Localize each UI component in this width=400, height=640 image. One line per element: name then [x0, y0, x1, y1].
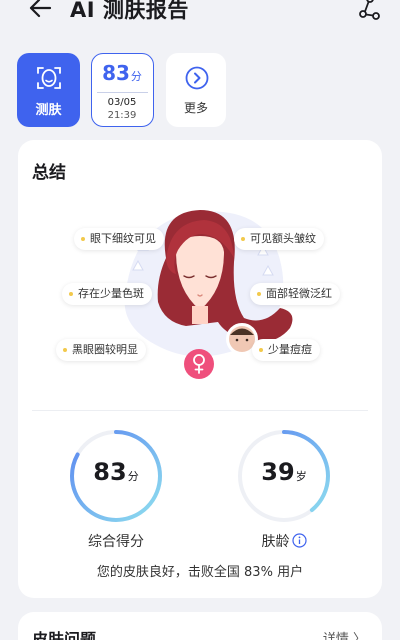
tag-dot	[63, 348, 67, 352]
skin-age-value: 39	[261, 458, 295, 486]
page-title: AI 测肤报告	[70, 0, 189, 22]
face-illustration	[124, 210, 293, 379]
share-button[interactable]	[355, 0, 383, 22]
tag-dot	[257, 292, 261, 296]
overall-score-value: 83	[93, 458, 127, 486]
history-record-card[interactable]: 83分 03/05 21:39	[91, 53, 154, 127]
skin-tag: 黑眼圈较明显	[56, 339, 146, 361]
skin-tag: 少量痘痘	[252, 339, 320, 361]
skin-age-label: 肤龄	[261, 534, 290, 550]
skin-issues-card: 皮肤问题 详情 〉	[18, 612, 382, 640]
overall-score-unit: 分	[127, 470, 139, 483]
more-button[interactable]: 更多	[166, 53, 226, 127]
record-time: 21:39	[107, 110, 137, 121]
skin-tag: 可见额头皱纹	[234, 228, 324, 250]
scan-button[interactable]: 测肤	[17, 53, 80, 127]
back-arrow-icon	[29, 0, 52, 18]
skin-age-label-row: 肤龄	[236, 531, 332, 551]
top-bar: AI 测肤报告	[0, 0, 400, 26]
tag-dot	[259, 348, 263, 352]
tag-dot	[69, 292, 73, 296]
skin-issues-title: 皮肤问题	[32, 630, 97, 640]
record-score: 83分	[92, 61, 152, 85]
skin-age-value-block: 39岁	[236, 458, 332, 486]
tag-dot	[241, 237, 245, 241]
chevron-right-circle-icon	[185, 66, 209, 90]
back-button[interactable]	[24, 0, 56, 22]
record-divider	[97, 92, 148, 93]
record-score-value: 83	[102, 61, 130, 85]
summary-divider	[32, 410, 368, 411]
details-link[interactable]: 详情 〉	[323, 628, 366, 640]
overall-score-value-block: 83分	[68, 458, 164, 486]
share-icon	[359, 0, 380, 20]
scan-label: 测肤	[35, 103, 62, 118]
tag-dot	[81, 237, 85, 241]
skin-tag: 存在少量色斑	[62, 283, 152, 305]
skin-tag: 面部轻微泛红	[250, 283, 340, 305]
face-scan-icon	[37, 67, 61, 89]
skin-age-unit: 岁	[295, 470, 307, 483]
summary-card: 总结 眼下细纹可见 可见额头皱纹 存在少量色斑 面部轻微泛红 黑眼圈较明显 少量…	[18, 140, 382, 598]
summary-text: 您的皮肤良好，击败全国 83% 用户	[96, 565, 304, 580]
record-score-unit: 分	[130, 70, 142, 83]
overall-score-label: 综合得分	[88, 534, 144, 550]
record-date: 03/05	[107, 97, 137, 108]
skin-tag: 眼下细纹可见	[74, 228, 164, 250]
more-label: 更多	[183, 101, 208, 115]
info-icon[interactable]	[291, 533, 307, 548]
